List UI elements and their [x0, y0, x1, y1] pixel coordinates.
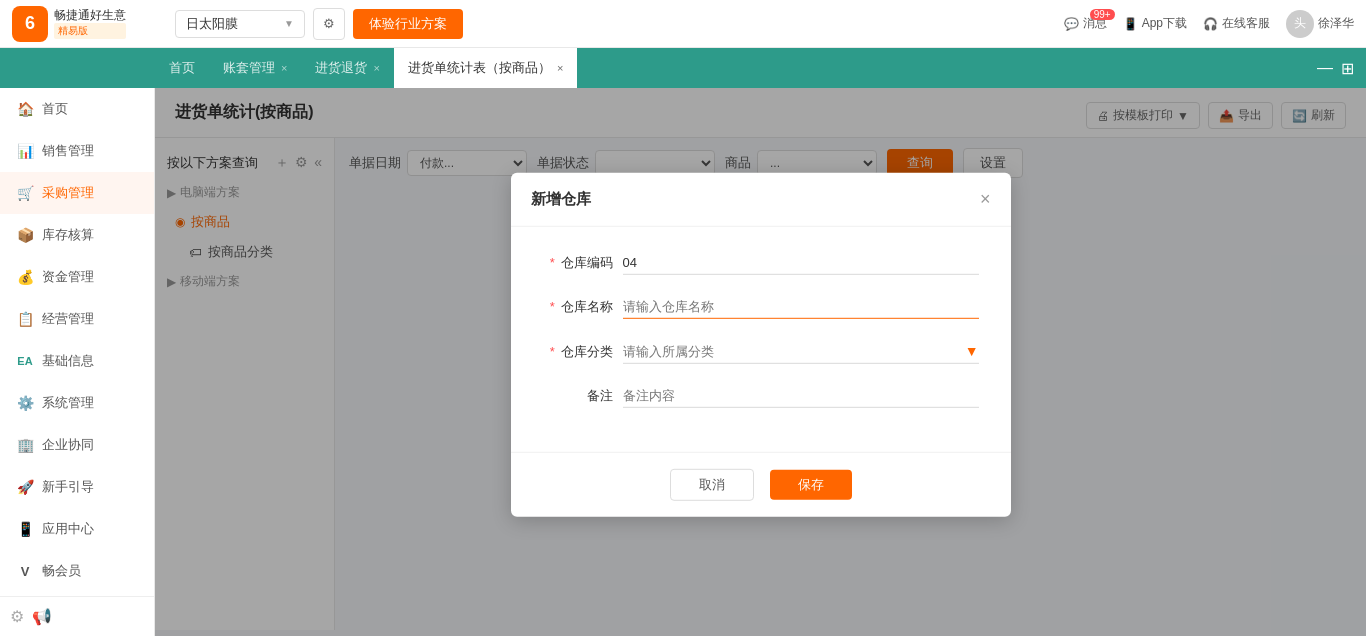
- dialog-close-button[interactable]: ×: [980, 189, 991, 210]
- messages-button[interactable]: 💬 消息 99+: [1064, 15, 1107, 32]
- dialog-header: 新增仓库 ×: [511, 173, 1011, 227]
- required-star-code: *: [550, 255, 555, 270]
- brand-badge: 精易版: [54, 23, 126, 39]
- tab-purchase-stats[interactable]: 进货单统计表（按商品） ×: [394, 48, 577, 88]
- sidebar-item-home[interactable]: 🏠 首页: [0, 88, 154, 130]
- trial-button[interactable]: 体验行业方案: [353, 9, 463, 39]
- form-row-remark: 备注: [543, 384, 979, 408]
- tab-close-purchase-return[interactable]: ×: [373, 62, 379, 74]
- form-row-category: * 仓库分类 ▼: [543, 339, 979, 364]
- logo-area: 6 畅捷通好生意 精易版: [12, 6, 167, 42]
- operations-icon: 📋: [16, 310, 34, 328]
- app-download-button[interactable]: 📱 App下载: [1123, 15, 1187, 32]
- tab-close-purchase-stats[interactable]: ×: [557, 62, 563, 74]
- category-input[interactable]: [623, 343, 965, 358]
- system-icon: ⚙️: [16, 394, 34, 412]
- sidebar-item-inventory[interactable]: 📦 库存核算: [0, 214, 154, 256]
- tab-expand-icon[interactable]: ⊞: [1341, 59, 1354, 78]
- sidebar-item-enterprise[interactable]: 🏢 企业协同: [0, 424, 154, 466]
- purchase-icon: 🛒: [16, 184, 34, 202]
- sidebar-item-finance[interactable]: 💰 资金管理: [0, 256, 154, 298]
- store-selector[interactable]: 日太阳膜 ▼: [175, 10, 305, 38]
- required-star-name: *: [550, 299, 555, 314]
- dialog-footer: 取消 保存: [511, 452, 1011, 517]
- member-icon: V: [16, 562, 34, 580]
- add-warehouse-dialog: 新增仓库 × * 仓库编码 * 仓库名称: [511, 173, 1011, 517]
- online-service-button[interactable]: 🎧 在线客服: [1203, 15, 1270, 32]
- tab-bar: 首页 账套管理 × 进货退货 × 进货单统计表（按商品） × — ⊞: [0, 48, 1366, 88]
- main-layout: 🏠 首页 📊 销售管理 🛒 采购管理 📦 库存核算 💰 资金管理 📋 经营管理 …: [0, 88, 1366, 636]
- category-select-wrapper: ▼: [623, 339, 979, 364]
- logo-icon: 6: [12, 6, 48, 42]
- message-badge: 99+: [1090, 9, 1115, 20]
- sidebar-speaker-icon[interactable]: 📢: [32, 607, 52, 626]
- sidebar-item-guide[interactable]: 🚀 新手引导: [0, 466, 154, 508]
- tab-accounts[interactable]: 账套管理 ×: [209, 48, 301, 88]
- sidebar-item-system[interactable]: ⚙️ 系统管理: [0, 382, 154, 424]
- top-header: 6 畅捷通好生意 精易版 日太阳膜 ▼ ⚙ 体验行业方案 💬 消息 99+ 📱 …: [0, 0, 1366, 48]
- sidebar-item-sales[interactable]: 📊 销售管理: [0, 130, 154, 172]
- home-icon: 🏠: [16, 100, 34, 118]
- app-center-icon: 📱: [16, 520, 34, 538]
- tab-purchase-return[interactable]: 进货退货 ×: [301, 48, 393, 88]
- form-row-code: * 仓库编码: [543, 251, 979, 275]
- code-input[interactable]: [623, 251, 979, 275]
- enterprise-icon: 🏢: [16, 436, 34, 454]
- sales-icon: 📊: [16, 142, 34, 160]
- avatar: 头: [1286, 10, 1314, 38]
- settings-button[interactable]: ⚙: [313, 8, 345, 40]
- required-star-category: *: [550, 343, 555, 358]
- guide-icon: 🚀: [16, 478, 34, 496]
- category-dropdown-icon[interactable]: ▼: [965, 343, 979, 359]
- sidebar-settings-icon[interactable]: ⚙: [10, 607, 24, 626]
- brand-name: 畅捷通好生意: [54, 8, 126, 24]
- user-button[interactable]: 头 徐泽华: [1286, 10, 1354, 38]
- code-label: * 仓库编码: [543, 254, 623, 272]
- form-row-name: * 仓库名称: [543, 295, 979, 319]
- tab-minimize-icon[interactable]: —: [1317, 59, 1333, 77]
- cancel-button[interactable]: 取消: [670, 469, 754, 501]
- remark-input[interactable]: [623, 384, 979, 408]
- sidebar-item-app-center[interactable]: 📱 应用中心: [0, 508, 154, 550]
- basic-info-icon: EA: [16, 352, 34, 370]
- inventory-icon: 📦: [16, 226, 34, 244]
- sidebar-bottom: ⚙ 📢: [0, 596, 154, 636]
- sidebar-item-operations[interactable]: 📋 经营管理: [0, 298, 154, 340]
- name-label: * 仓库名称: [543, 298, 623, 316]
- app-icon: 📱: [1123, 17, 1138, 31]
- store-arrow-icon: ▼: [284, 18, 294, 29]
- sidebar: 🏠 首页 📊 销售管理 🛒 采购管理 📦 库存核算 💰 资金管理 📋 经营管理 …: [0, 88, 155, 636]
- headset-icon: 🎧: [1203, 17, 1218, 31]
- tab-close-accounts[interactable]: ×: [281, 62, 287, 74]
- store-name: 日太阳膜: [186, 15, 238, 33]
- message-icon: 💬: [1064, 17, 1079, 31]
- tab-right-buttons: — ⊞: [1317, 59, 1366, 78]
- dialog-body: * 仓库编码 * 仓库名称 * 仓库: [511, 227, 1011, 452]
- remark-label: 备注: [543, 387, 623, 405]
- save-button[interactable]: 保存: [770, 470, 852, 500]
- name-input[interactable]: [623, 295, 979, 319]
- dialog-title: 新增仓库: [531, 190, 591, 209]
- finance-icon: 💰: [16, 268, 34, 286]
- content-area: 进货单统计(按商品) 🖨 按模板打印 ▼ 📤 导出 🔄 刷新: [155, 88, 1366, 636]
- sidebar-item-member[interactable]: V 畅会员: [0, 550, 154, 592]
- tab-home[interactable]: 首页: [155, 48, 209, 88]
- sidebar-item-basic-info[interactable]: EA 基础信息: [0, 340, 154, 382]
- header-right: 💬 消息 99+ 📱 App下载 🎧 在线客服 头 徐泽华: [1064, 10, 1354, 38]
- category-label: * 仓库分类: [543, 342, 623, 360]
- sidebar-item-purchase[interactable]: 🛒 采购管理: [0, 172, 154, 214]
